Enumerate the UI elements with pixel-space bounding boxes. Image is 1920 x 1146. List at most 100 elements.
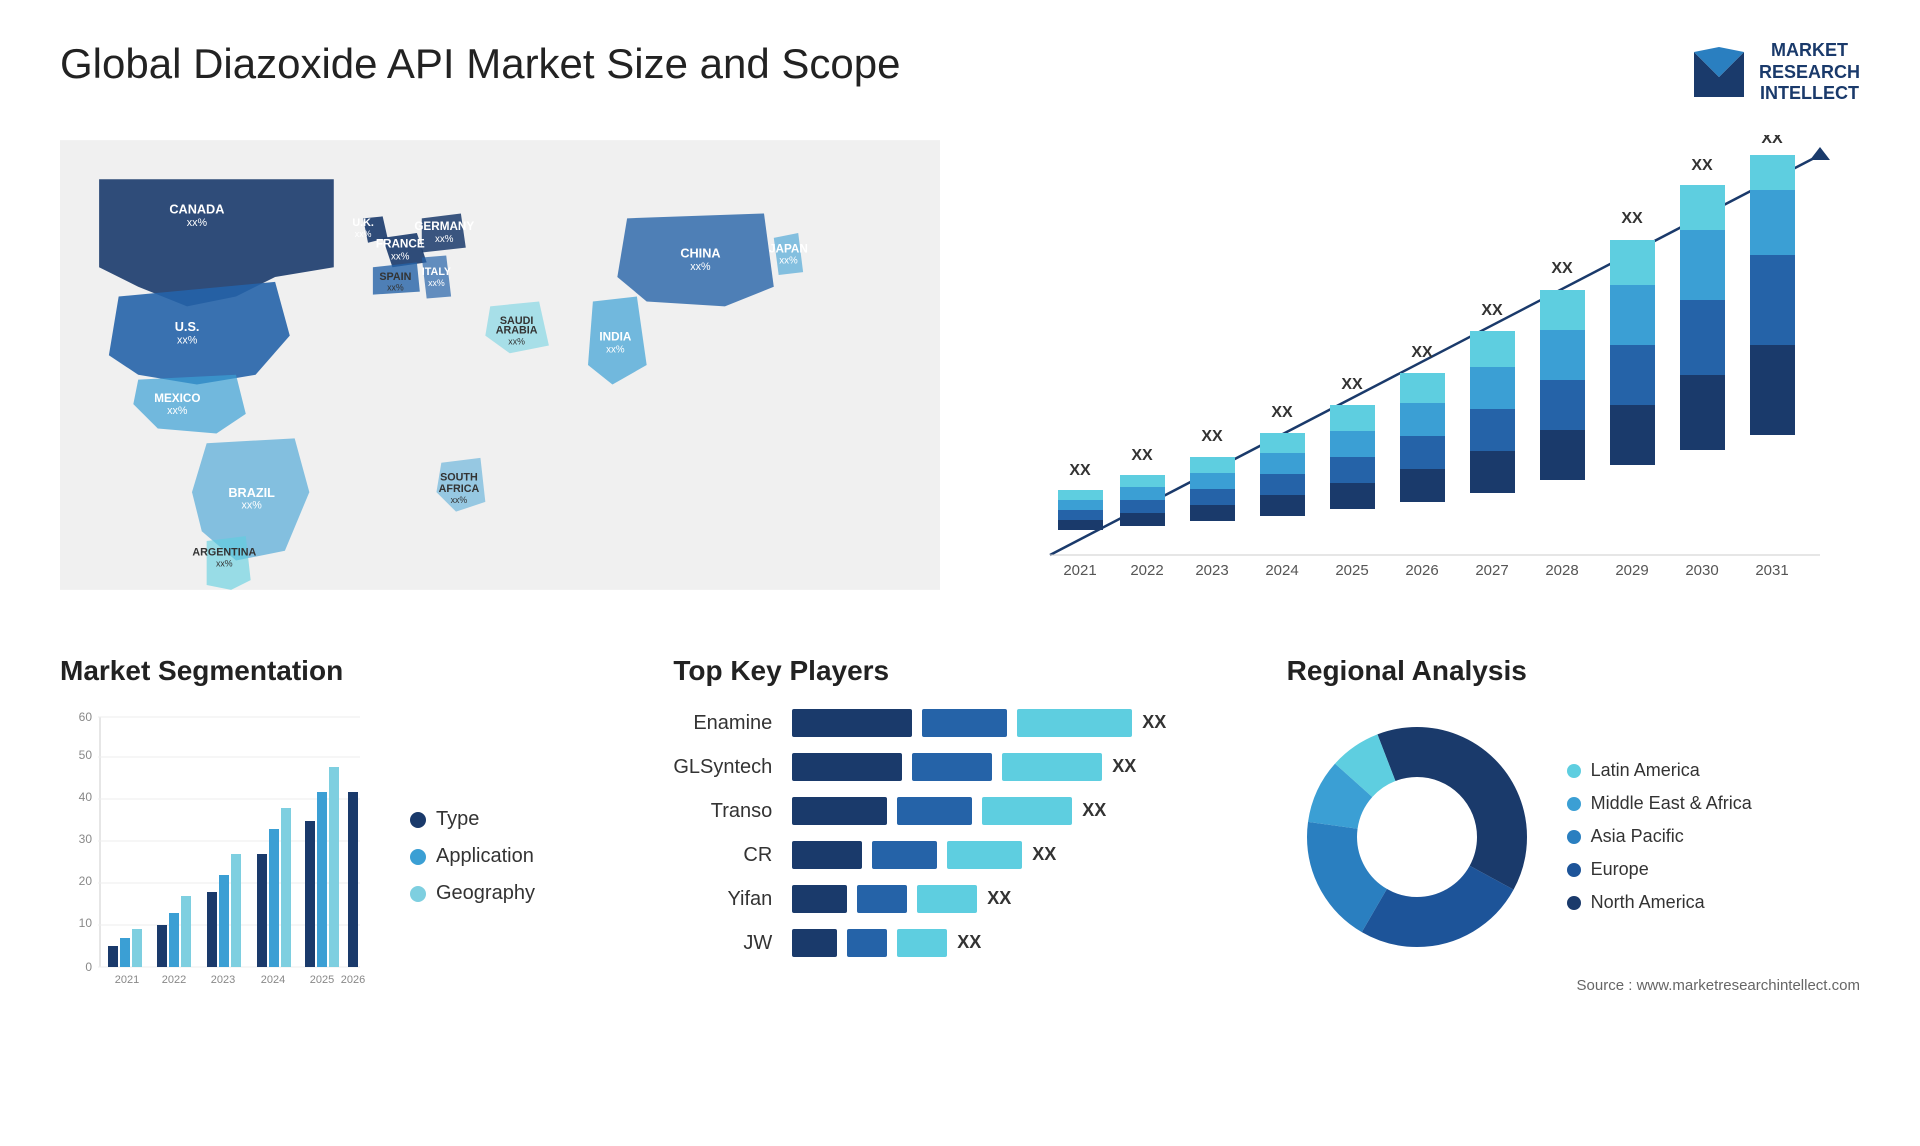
yifan-bar2	[857, 885, 907, 913]
svg-text:JAPAN: JAPAN	[769, 242, 808, 255]
svg-text:2026: 2026	[1405, 562, 1438, 579]
logo-area: MARKET RESEARCH INTELLECT	[1689, 40, 1860, 105]
key-players-title: Top Key Players	[673, 655, 1246, 687]
north-america-dot	[1567, 896, 1581, 910]
world-map-svg: CANADA xx% U.S. xx% MEXICO xx% U.K. xx% …	[60, 135, 940, 595]
svg-text:xx%: xx%	[216, 558, 233, 568]
top-section: CANADA xx% U.S. xx% MEXICO xx% U.K. xx% …	[60, 135, 1860, 615]
player-enamine: Enamine	[673, 707, 772, 739]
bar-chart-area: XX XX XX XX	[980, 135, 1860, 615]
enamine-bar1	[792, 709, 912, 737]
map-area: CANADA xx% U.S. xx% MEXICO xx% U.K. xx% …	[60, 135, 940, 615]
svg-text:10: 10	[79, 916, 93, 930]
legend-application-label: Application	[436, 845, 534, 868]
svg-text:20: 20	[79, 874, 93, 888]
player-glsyntech: GLSyntech	[673, 751, 772, 783]
player-bar-cr: XX	[792, 839, 1246, 871]
svg-text:CHINA: CHINA	[680, 245, 720, 260]
legend-europe: Europe	[1567, 859, 1752, 880]
yifan-xx: XX	[987, 888, 1011, 909]
svg-text:2030: 2030	[1685, 562, 1718, 579]
svg-text:XX: XX	[1761, 135, 1783, 147]
svg-text:SOUTH: SOUTH	[440, 471, 478, 483]
logo-box: MARKET RESEARCH INTELLECT	[1689, 40, 1860, 105]
cr-bar1	[792, 841, 862, 869]
svg-text:XX: XX	[1271, 404, 1293, 421]
regional-title: Regional Analysis	[1287, 655, 1860, 687]
svg-text:GERMANY: GERMANY	[414, 220, 474, 233]
svg-text:ARABIA: ARABIA	[496, 324, 538, 336]
transo-bar1	[792, 797, 887, 825]
svg-text:50: 50	[79, 748, 93, 762]
svg-text:60: 60	[79, 710, 93, 724]
page-container: Global Diazoxide API Market Size and Sco…	[0, 0, 1920, 1146]
svg-text:AFRICA: AFRICA	[439, 483, 480, 495]
player-jw: JW	[673, 927, 772, 959]
type-dot	[410, 812, 426, 828]
svg-text:ITALY: ITALY	[422, 266, 451, 278]
segmentation-panel: Market Segmentation 0 10 20	[60, 655, 633, 1007]
legend-north-america: North America	[1567, 892, 1752, 913]
regional-legend: Latin America Middle East & Africa Asia …	[1567, 760, 1752, 913]
legend-type-label: Type	[436, 808, 479, 831]
players-bars: XX XX XX	[792, 707, 1246, 959]
legend-latin-america: Latin America	[1567, 760, 1752, 781]
glsyntech-bar2	[912, 753, 992, 781]
svg-text:30: 30	[79, 832, 93, 846]
svg-text:xx%: xx%	[606, 344, 625, 355]
source-text: Source : www.marketresearchintellect.com	[1287, 977, 1860, 994]
svg-text:xx%: xx%	[508, 336, 525, 346]
player-bar-glsyntech: XX	[792, 751, 1246, 783]
svg-text:ARGENTINA: ARGENTINA	[192, 546, 256, 558]
enamine-xx: XX	[1142, 712, 1166, 733]
svg-text:2023: 2023	[1195, 562, 1228, 579]
transo-xx: XX	[1082, 800, 1106, 821]
svg-text:xx%: xx%	[435, 234, 454, 245]
svg-text:xx%: xx%	[187, 217, 208, 229]
glsyntech-bar3	[1002, 753, 1102, 781]
cr-xx: XX	[1032, 844, 1056, 865]
legend-item-type: Type	[410, 808, 535, 831]
players-container: Enamine GLSyntech Transo CR Yifan JW XX	[673, 707, 1246, 959]
geography-dot	[410, 886, 426, 902]
svg-text:2021: 2021	[115, 974, 139, 986]
jw-bar2	[847, 929, 887, 957]
yifan-bar3	[917, 885, 977, 913]
asia-pacific-label: Asia Pacific	[1591, 826, 1684, 847]
svg-text:2027: 2027	[1475, 562, 1508, 579]
header: Global Diazoxide API Market Size and Sco…	[60, 40, 1860, 105]
legend-item-geography: Geography	[410, 882, 535, 905]
enamine-bar3	[1017, 709, 1132, 737]
enamine-bar2	[922, 709, 1007, 737]
svg-text:2021: 2021	[1063, 562, 1096, 579]
svg-text:xx%: xx%	[391, 251, 410, 262]
svg-text:XX: XX	[1691, 157, 1713, 174]
jw-bar3	[897, 929, 947, 957]
legend-item-application: Application	[410, 845, 535, 868]
svg-text:2023: 2023	[211, 974, 235, 986]
svg-text:2025: 2025	[1335, 562, 1368, 579]
svg-text:XX: XX	[1551, 260, 1573, 277]
svg-text:XX: XX	[1411, 344, 1433, 361]
svg-text:2031: 2031	[1755, 562, 1788, 579]
logo-text: MARKET RESEARCH INTELLECT	[1759, 40, 1860, 105]
glsyntech-bar1	[792, 753, 902, 781]
page-title: Global Diazoxide API Market Size and Sco…	[60, 40, 900, 88]
player-cr: CR	[673, 839, 772, 871]
middle-east-label: Middle East & Africa	[1591, 793, 1752, 814]
seg-chart-container: 0 10 20 30 40 50	[60, 707, 633, 1007]
svg-text:XX: XX	[1341, 376, 1363, 393]
transo-bar3	[982, 797, 1072, 825]
player-transo: Transo	[673, 795, 772, 827]
logo-icon	[1689, 42, 1749, 102]
player-yifan: Yifan	[673, 883, 772, 915]
svg-text:BRAZIL: BRAZIL	[228, 485, 275, 500]
svg-text:2022: 2022	[1130, 562, 1163, 579]
middle-east-dot	[1567, 797, 1581, 811]
svg-text:xx%: xx%	[355, 229, 372, 239]
cr-bar2	[872, 841, 937, 869]
bottom-section: Market Segmentation 0 10 20	[60, 655, 1860, 1007]
svg-text:2025: 2025	[310, 974, 334, 986]
regional-container: Latin America Middle East & Africa Asia …	[1287, 707, 1860, 967]
asia-pacific-dot	[1567, 830, 1581, 844]
